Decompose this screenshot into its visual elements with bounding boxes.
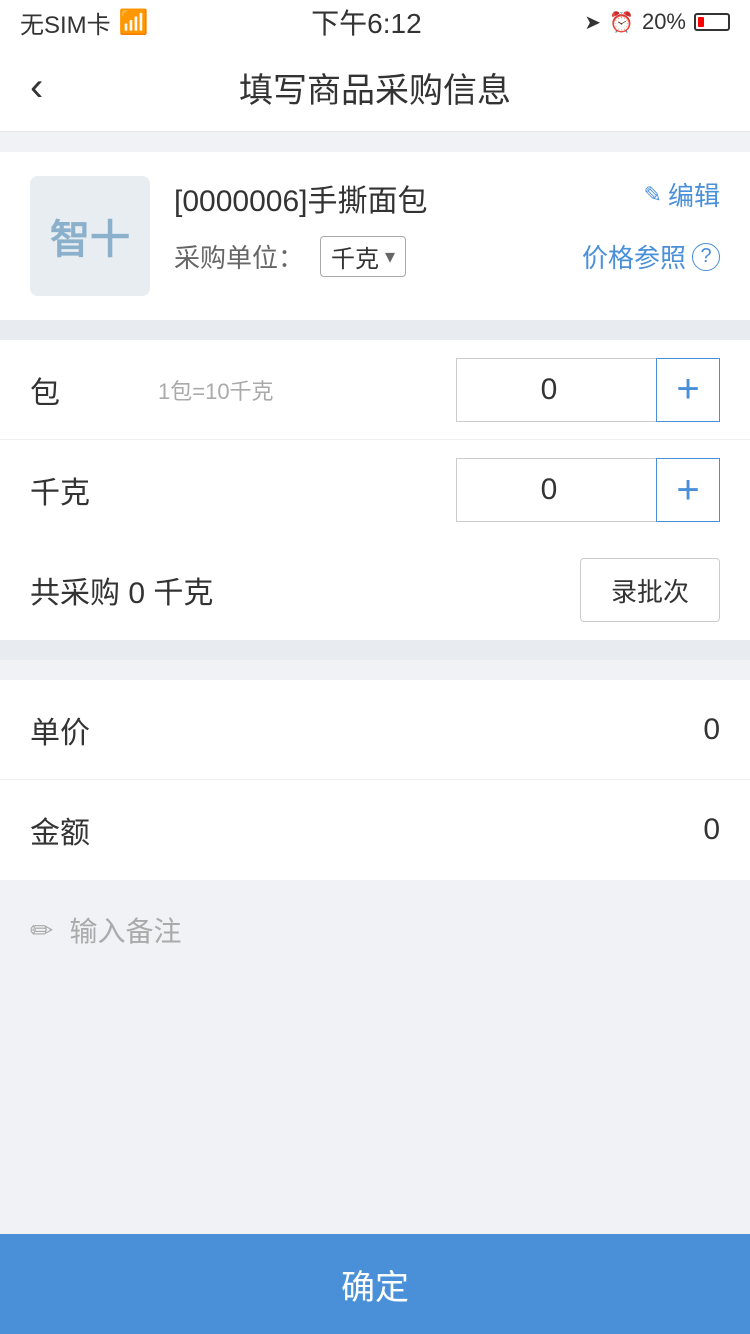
bag-label: 包 xyxy=(30,368,150,412)
unit-price-row: 单价 0 xyxy=(0,680,750,780)
price-ref-button[interactable]: 价格参照 ? xyxy=(582,238,720,275)
nav-title: 填写商品采购信息 xyxy=(239,63,511,112)
input-section: 包 1包=10千克 + 千克 + xyxy=(0,340,750,540)
help-icon: ? xyxy=(692,243,720,271)
edit-button[interactable]: ✎ 编辑 xyxy=(644,176,720,213)
nav-bar: ‹ 填写商品采购信息 xyxy=(0,44,750,132)
location-icon: ➤ xyxy=(584,10,601,35)
battery-icon xyxy=(694,13,730,31)
product-unit-row: 采购单位： 千克 ▾ 价格参照 ? xyxy=(174,236,720,277)
kg-plus-button[interactable]: + xyxy=(656,458,720,522)
status-bar: 无SIM卡 📶 下午6:12 ➤ ⏰ 20% xyxy=(0,0,750,44)
kg-label: 千克 xyxy=(30,468,150,512)
content-bottom xyxy=(0,980,750,1260)
bag-input-row: 包 1包=10千克 + xyxy=(0,340,750,440)
notes-section[interactable]: ✏ 输入备注 xyxy=(0,880,750,980)
product-thumb-text: 智十 xyxy=(50,207,130,265)
status-right: ➤ ⏰ 20% xyxy=(584,9,730,35)
carrier-text: 无SIM卡 xyxy=(20,5,111,40)
confirm-button[interactable]: 确定 xyxy=(0,1234,750,1334)
unit-price-label: 单价 xyxy=(30,708,90,752)
price-ref-label: 价格参照 xyxy=(582,238,686,275)
unit-arrow-icon: ▾ xyxy=(385,244,395,269)
battery-percent: 20% xyxy=(642,9,686,35)
batch-button[interactable]: 录批次 xyxy=(580,558,720,622)
bag-sublabel: 1包=10千克 xyxy=(158,374,274,406)
amount-label: 金额 xyxy=(30,808,90,852)
summary-row: 共采购 0 千克 录批次 xyxy=(0,540,750,640)
product-card: 智十 [0000006]手撕面包 采购单位： 千克 ▾ 价格参照 ? ✎ 编辑 xyxy=(0,152,750,320)
purchase-unit-label: 采购单位： xyxy=(174,238,304,275)
unit-text: 千克 xyxy=(331,239,379,274)
bag-quantity-input[interactable] xyxy=(456,358,656,422)
wifi-icon: 📶 xyxy=(119,8,149,37)
price-section: 单价 0 金额 0 xyxy=(0,680,750,880)
kg-input-row: 千克 + xyxy=(0,440,750,540)
alarm-icon: ⏰ xyxy=(609,10,634,35)
product-name: [0000006]手撕面包 xyxy=(174,176,720,220)
summary-text: 共采购 0 千克 xyxy=(30,568,213,612)
notes-pencil-icon: ✏ xyxy=(30,914,53,947)
back-button[interactable]: ‹ xyxy=(30,65,43,110)
product-thumbnail: 智十 xyxy=(30,176,150,296)
amount-value: 0 xyxy=(703,813,720,847)
product-info: [0000006]手撕面包 采购单位： 千克 ▾ 价格参照 ? xyxy=(174,176,720,277)
bag-input-wrap: + xyxy=(456,358,720,422)
kg-input-wrap: + xyxy=(456,458,720,522)
amount-row: 金额 0 xyxy=(0,780,750,880)
status-time: 下午6:12 xyxy=(311,2,422,42)
section-divider-1 xyxy=(0,320,750,340)
kg-quantity-input[interactable] xyxy=(456,458,656,522)
section-divider-2 xyxy=(0,640,750,660)
bag-plus-button[interactable]: + xyxy=(656,358,720,422)
edit-label: 编辑 xyxy=(668,176,720,213)
notes-placeholder: 输入备注 xyxy=(69,910,181,950)
unit-price-value: 0 xyxy=(703,713,720,747)
status-left: 无SIM卡 📶 xyxy=(20,5,149,40)
edit-pencil-icon: ✎ xyxy=(644,182,662,208)
unit-badge[interactable]: 千克 ▾ xyxy=(320,236,406,277)
